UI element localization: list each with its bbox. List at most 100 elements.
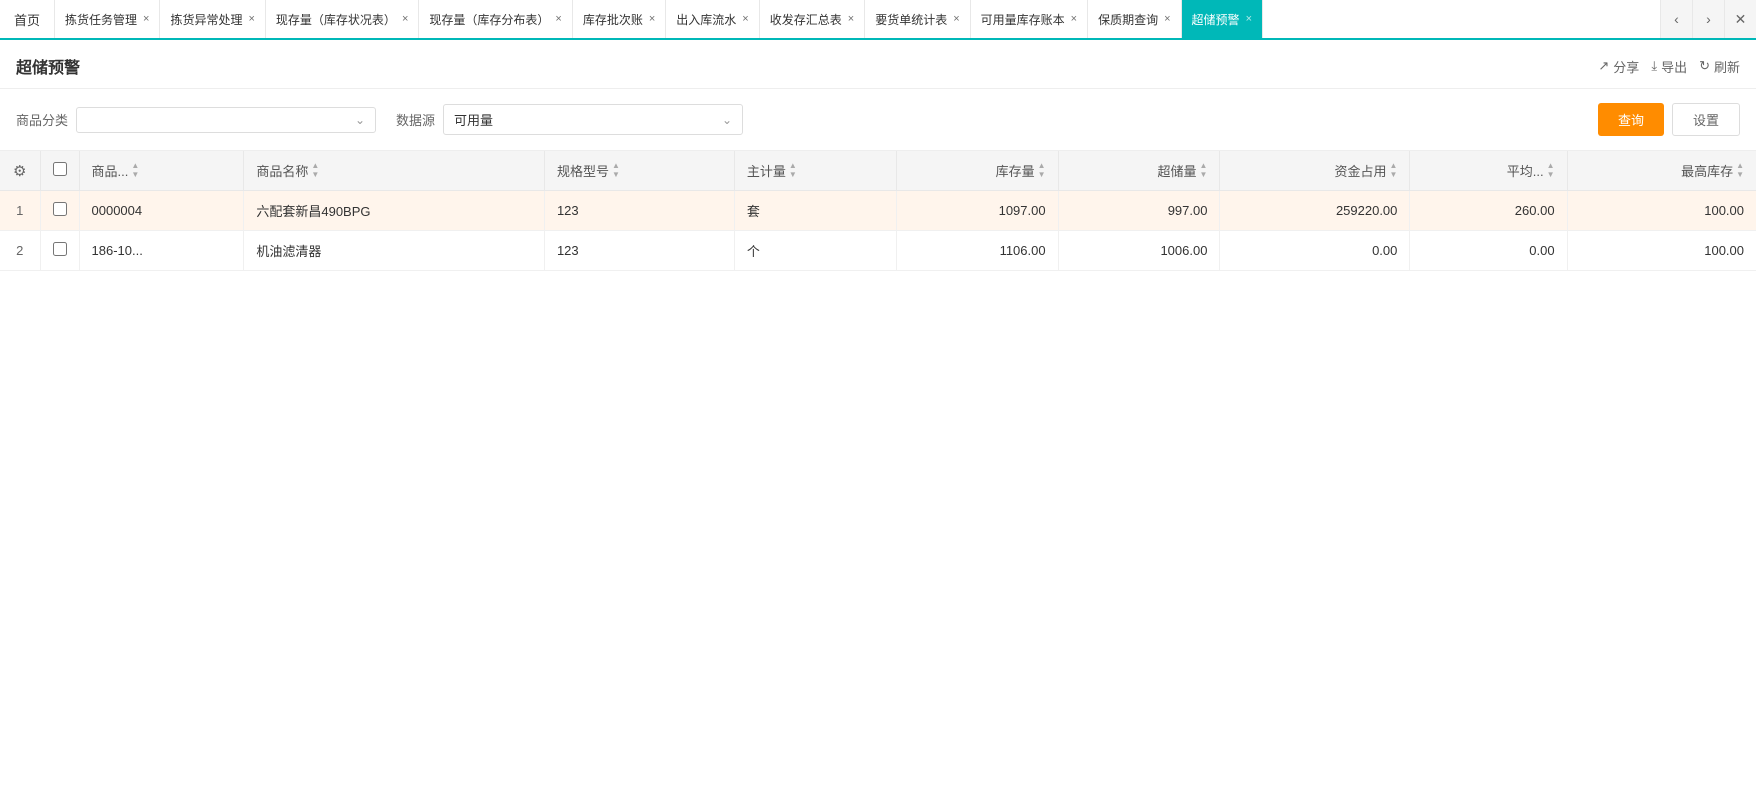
col-stock-header[interactable]: 库存量 ▲▼ [896,151,1058,191]
nav-tab-tab-3[interactable]: 现存量（库存状况表） × [266,0,419,39]
row-capital: 0.00 [1220,231,1410,271]
tab-label: 收发存汇总表 [770,11,842,28]
tabs-container: 拣货任务管理×拣货异常处理×现存量（库存状况表）×现存量（库存分布表）×库存批次… [55,0,1263,39]
settings-gear-icon[interactable]: ⚙ [13,163,26,180]
row-index: 1 [0,191,40,231]
nav-tab-tab-5[interactable]: 库存批次账 × [573,0,666,39]
tab-label: 可用量库存账本 [981,11,1065,28]
nav-tab-tab-9[interactable]: 可用量库存账本 × [971,0,1088,39]
nav-tab-tab-11[interactable]: 超储预警 × [1182,0,1263,39]
filter-area: 商品分类 ⌄ 数据源 可用量 ⌄ 查询 设置 [0,89,1756,151]
tab-close-icon[interactable]: × [555,13,561,25]
row-index: 2 [0,231,40,271]
nav-arrow-left[interactable]: ‹ [1660,0,1692,39]
header-actions: ↗ 分享 ⤓ 导出 ↻ 刷新 [1598,57,1740,76]
tab-close-icon[interactable]: × [1071,13,1077,25]
tab-close-icon[interactable]: × [953,13,959,25]
tab-label: 出入库流水 [676,11,736,28]
col-checkbox-header [40,151,79,191]
tab-label: 保质期查询 [1098,11,1158,28]
row-code: 186-10... [79,231,244,271]
row-stock: 1097.00 [896,191,1058,231]
table-row: 10000004六配套新昌490BPG123套1097.00997.002592… [0,191,1756,231]
col-over-header[interactable]: 超储量 ▲▼ [1058,151,1220,191]
row-select-checkbox[interactable] [53,242,67,256]
row-spec: 123 [544,231,734,271]
col-spec-header[interactable]: 规格型号 ▲▼ [544,151,734,191]
nav-tab-tab-1[interactable]: 拣货任务管理× [55,0,160,39]
sort-icon-capital: ▲▼ [1389,162,1397,179]
col-settings-header: ⚙ [0,151,40,191]
col-code-header[interactable]: 商品... ▲▼ [79,151,244,191]
nav-arrow-right[interactable]: › [1692,0,1724,39]
query-button[interactable]: 查询 [1598,103,1664,136]
tab-label: 现存量（库存状况表） [276,11,396,28]
sort-icon-unit: ▲▼ [789,162,797,179]
tab-label: 拣货异常处理 [170,11,242,28]
table-row: 2186-10...机油滤清器123个1106.001006.000.000.0… [0,231,1756,271]
sort-icon-maxstock: ▲▼ [1736,162,1744,179]
col-capital-header[interactable]: 资金占用 ▲▼ [1220,151,1410,191]
row-name: 六配套新昌490BPG [244,191,545,231]
nav-tab-tab-6[interactable]: 出入库流水 × [666,0,759,39]
tab-close-icon[interactable]: × [848,13,854,25]
refresh-button[interactable]: ↻ 刷新 [1699,57,1740,76]
tab-label: 超储预警 [1192,11,1240,28]
row-over: 997.00 [1058,191,1220,231]
tab-label: 现存量（库存分布表） [429,11,549,28]
chevron-down-icon-2: ⌄ [722,113,732,127]
tab-close-icon[interactable]: × [1246,13,1252,25]
data-table: ⚙ 商品... ▲▼ 商品名称 ▲▼ [0,151,1756,271]
row-checkbox[interactable] [40,231,79,271]
settings-button[interactable]: 设置 [1672,103,1740,136]
category-label: 商品分类 [16,110,68,129]
table-body: 10000004六配套新昌490BPG123套1097.00997.002592… [0,191,1756,271]
row-over: 1006.00 [1058,231,1220,271]
col-avg-header[interactable]: 平均... ▲▼ [1410,151,1567,191]
row-avg: 0.00 [1410,231,1567,271]
row-name: 机油滤清器 [244,231,545,271]
tab-close-icon[interactable]: × [1164,13,1170,25]
col-unit-header[interactable]: 主计量 ▲▼ [734,151,896,191]
share-button[interactable]: ↗ 分享 [1598,57,1639,76]
row-capital: 259220.00 [1220,191,1410,231]
nav-tab-tab-7[interactable]: 收发存汇总表 × [760,0,865,39]
row-avg: 260.00 [1410,191,1567,231]
export-button[interactable]: ⤓ 导出 [1651,57,1687,76]
tab-label: 库存批次账 [583,11,643,28]
nav-tab-tab-10[interactable]: 保质期查询 × [1088,0,1181,39]
tab-close-icon[interactable]: × [649,13,655,25]
filter-actions: 查询 设置 [1598,103,1740,136]
tab-close-icon[interactable]: × [143,13,149,25]
datasource-filter: 数据源 可用量 ⌄ [396,104,743,135]
tab-close-icon[interactable]: × [248,13,254,25]
row-checkbox[interactable] [40,191,79,231]
share-icon: ↗ [1598,58,1609,74]
row-stock: 1106.00 [896,231,1058,271]
sort-icon-stock: ▲▼ [1038,162,1046,179]
datasource-select[interactable]: 可用量 ⌄ [443,104,743,135]
sort-icon-code: ▲▼ [131,162,139,179]
nav-tab-tab-8[interactable]: 要货单统计表 × [865,0,970,39]
col-maxstock-header[interactable]: 最高库存 ▲▼ [1567,151,1756,191]
row-select-checkbox[interactable] [53,202,67,216]
nav-tab-tab-4[interactable]: 现存量（库存分布表） × [419,0,572,39]
sort-icon-spec: ▲▼ [612,162,620,179]
select-all-checkbox[interactable] [53,162,67,176]
tab-close-icon[interactable]: × [402,13,408,25]
row-unit: 套 [734,191,896,231]
page-title: 超储预警 [16,54,80,78]
tab-close-icon[interactable]: × [742,13,748,25]
row-maxstock: 100.00 [1567,191,1756,231]
row-spec: 123 [544,191,734,231]
col-name-header[interactable]: 商品名称 ▲▼ [244,151,545,191]
export-icon: ⤓ [1651,58,1657,74]
page-container: 超储预警 ↗ 分享 ⤓ 导出 ↻ 刷新 商品分类 ⌄ 数据源 [0,40,1756,800]
tab-label: 要货单统计表 [875,11,947,28]
nav-home[interactable]: 首页 [0,0,55,39]
category-filter: 商品分类 ⌄ [16,107,376,133]
category-select[interactable]: ⌄ [76,107,376,133]
chevron-down-icon: ⌄ [355,113,365,127]
nav-arrow-close[interactable]: ✕ [1724,0,1756,39]
nav-tab-tab-2[interactable]: 拣货异常处理 × [160,0,265,39]
